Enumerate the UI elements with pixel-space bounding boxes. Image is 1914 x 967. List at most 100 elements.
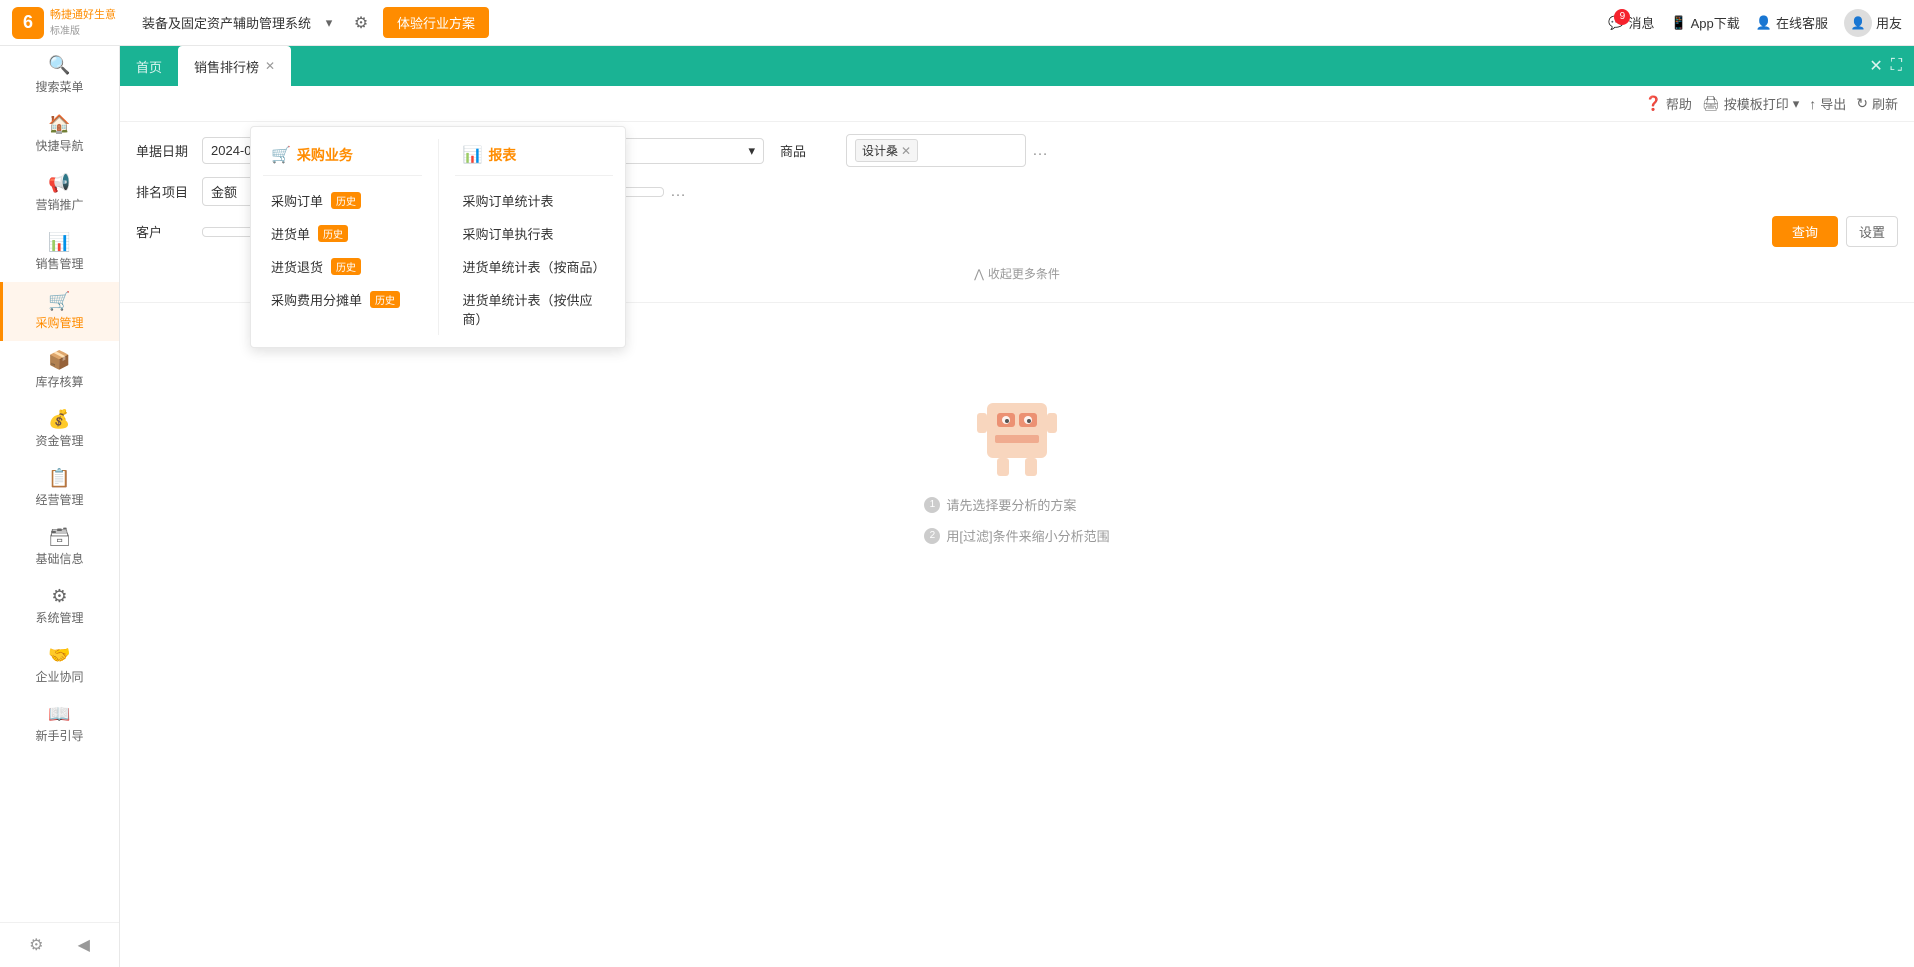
main-layout: 🔍 搜索菜单 🏠 快捷导航 📢 营销推广 📊 销售管理 🛒 采购管理 📦 库存核… (0, 46, 1914, 967)
product-ellipsis-btn[interactable]: … (1032, 142, 1048, 160)
ranking-value: 金额 (211, 182, 237, 201)
purchase-order-label: 采购订单 (271, 191, 323, 210)
dropdown-item-inbound[interactable]: 进货单 历史 (263, 217, 422, 250)
sidebar-label-inventory: 库存核算 (35, 373, 83, 390)
expense-label: 采购费用分摊单 (271, 290, 362, 309)
print-btn[interactable]: 🖨 按模板打印 ▾ (1702, 94, 1799, 113)
operations-icon: 📋 (48, 469, 70, 487)
expense-history-tag: 历史 (370, 291, 400, 308)
message-badge: 9 (1614, 9, 1630, 25)
sidebar-item-search[interactable]: 🔍 搜索菜单 (0, 46, 119, 105)
user-btn[interactable]: 👤 用友 (1844, 9, 1902, 37)
order-exec-label: 采购订单执行表 (463, 224, 554, 243)
message-icon-wrap: 💬 9 (1608, 15, 1624, 31)
sidebar-item-quicknav[interactable]: 🏠 快捷导航 (0, 105, 119, 164)
tab-close-all-btn[interactable]: ✕ (1869, 56, 1882, 76)
sidebar-footer-settings[interactable]: ⚙ (29, 935, 43, 955)
sidebar: 🔍 搜索菜单 🏠 快捷导航 📢 营销推广 📊 销售管理 🛒 采购管理 📦 库存核… (0, 46, 120, 967)
sidebar-item-newbie[interactable]: 📖 新手引导 (0, 695, 119, 754)
product-tag: 设计桑 ✕ (855, 139, 918, 162)
dropdown-item-purchase-order[interactable]: 采购订单 历史 (263, 184, 422, 217)
inbound-by-product-label: 进货单统计表（按商品） (463, 257, 606, 276)
tab-bar: 首页 销售排行榜 ✕ ✕ ⛶ (120, 46, 1914, 86)
report-col-icon: 📊 (463, 145, 483, 165)
tab-expand-btn[interactable]: ⛶ (1891, 57, 1902, 75)
app-label: App下载 (1691, 13, 1740, 32)
export-btn[interactable]: ↑ 导出 (1809, 94, 1846, 113)
purchase-col-icon: 🛒 (271, 145, 291, 165)
user-label: 用友 (1876, 13, 1902, 32)
dropdown-item-return[interactable]: 进货退货 历史 (263, 250, 422, 283)
service-label: 在线客服 (1776, 13, 1828, 32)
purchase-col-label: 采购业务 (297, 145, 353, 165)
sidebar-item-system[interactable]: ⚙ 系统管理 (0, 577, 119, 636)
dropdown-item-inbound-by-supplier[interactable]: 进货单统计表（按供应商） (455, 283, 614, 335)
report-col: 📊 报表 采购订单统计表 采购订单执行表 进货单统计表（按商品） 进货单统计表（… (443, 139, 626, 335)
sidebar-label-newbie: 新手引导 (35, 727, 83, 744)
action-btns: 查询 设置 (1772, 216, 1898, 247)
refresh-btn[interactable]: ↻ 刷新 (1856, 94, 1898, 113)
empty-tips: 1 请先选择要分析的方案 2 用[过滤]条件来缩小分析范围 (924, 495, 1109, 551)
logo-area: 6 畅捷通好生意 标准版 (12, 7, 132, 39)
product-filter-item: 商品 设计桑 ✕ … (780, 134, 1048, 167)
empty-state: 1 请先选择要分析的方案 2 用[过滤]条件来缩小分析范围 (120, 303, 1914, 631)
print-dropdown-icon[interactable]: ▾ (1793, 96, 1800, 112)
staff-ellipsis-btn[interactable]: … (670, 183, 686, 201)
sidebar-footer-collapse[interactable]: ◀ (78, 935, 90, 955)
top-header: 6 畅捷通好生意 标准版 装备及固定资产辅助管理系统 ▾ ⚙ 体验行业方案 💬 … (0, 0, 1914, 46)
product-tag-label: 设计桑 (862, 142, 898, 159)
industry-btn[interactable]: 体验行业方案 (383, 7, 489, 38)
date-filter-label: 单据日期 (136, 141, 196, 160)
order-stat-label: 采购订单统计表 (463, 191, 554, 210)
product-tag-close[interactable]: ✕ (901, 144, 911, 158)
return-label: 进货退货 (271, 257, 323, 276)
sidebar-footer: ⚙ ◀ (0, 922, 119, 967)
tab-home[interactable]: 首页 (120, 46, 178, 86)
user-avatar: 👤 (1844, 9, 1872, 37)
dropdown-item-inbound-by-product[interactable]: 进货单统计表（按商品） (455, 250, 614, 283)
logo-text-group: 畅捷通好生意 标准版 (50, 8, 116, 37)
dropdown-item-expense[interactable]: 采购费用分摊单 历史 (263, 283, 422, 316)
app-download-btn[interactable]: 📱 App下载 (1670, 13, 1739, 32)
empty-tip-2: 用[过滤]条件来缩小分析范围 (946, 526, 1109, 545)
refresh-label: 刷新 (1872, 94, 1898, 113)
sidebar-item-enterprise[interactable]: 🤝 企业协同 (0, 636, 119, 695)
message-btn[interactable]: 💬 9 消息 (1608, 13, 1654, 32)
tab-close-icon[interactable]: ✕ (265, 59, 275, 73)
sidebar-item-marketing[interactable]: 📢 营销推广 (0, 164, 119, 223)
sales-icon: 📊 (48, 233, 70, 251)
dropdown-item-order-stat[interactable]: 采购订单统计表 (455, 184, 614, 217)
sidebar-label-sales: 销售管理 (35, 255, 83, 272)
message-label: 消息 (1628, 13, 1654, 32)
sidebar-item-basic[interactable]: 🗃 基础信息 (0, 518, 119, 577)
sidebar-item-inventory[interactable]: 📦 库存核算 (0, 341, 119, 400)
online-service-btn[interactable]: 👤 在线客服 (1756, 13, 1828, 32)
newbie-icon: 📖 (48, 705, 70, 723)
purchase-col-title: 🛒 采购业务 (263, 139, 422, 176)
system-settings-btn[interactable]: ⚙ (347, 9, 375, 37)
sidebar-label-system: 系统管理 (35, 609, 83, 626)
dropdown-item-order-exec[interactable]: 采购订单执行表 (455, 217, 614, 250)
enterprise-icon: 🤝 (48, 646, 70, 664)
settings-small-btn[interactable]: 设置 (1846, 216, 1898, 247)
sidebar-item-purchase[interactable]: 🛒 采购管理 (0, 282, 119, 341)
product-input[interactable]: 设计桑 ✕ (846, 134, 1026, 167)
sidebar-item-sales[interactable]: 📊 销售管理 (0, 223, 119, 282)
customer-label: 客户 (136, 222, 196, 241)
header-right: 💬 9 消息 📱 App下载 👤 在线客服 👤 用友 (1608, 9, 1902, 37)
marketing-icon: 📢 (48, 174, 70, 192)
help-btn[interactable]: ❓ 帮助 (1644, 94, 1691, 113)
sidebar-item-operations[interactable]: 📋 经营管理 (0, 459, 119, 518)
empty-tip-1: 请先选择要分析的方案 (946, 495, 1076, 514)
content-area: 首页 销售排行榜 ✕ ✕ ⛶ ❓ 帮助 🖨 按模板打印 (120, 46, 1914, 967)
query-btn[interactable]: 查询 (1772, 216, 1838, 247)
sidebar-item-capital[interactable]: 💰 资金管理 (0, 400, 119, 459)
inbound-by-supplier-label: 进货单统计表（按供应商） (463, 290, 606, 328)
tab-sales-rank[interactable]: 销售排行榜 ✕ (178, 46, 291, 86)
collapse-icon: ⋀ (974, 267, 984, 281)
bill-status-dropdown-icon: ▾ (748, 143, 755, 159)
inbound-label: 进货单 (271, 224, 310, 243)
purchase-order-history-tag: 历史 (331, 192, 361, 209)
system-dropdown-btn[interactable]: ▾ (319, 13, 339, 33)
report-col-title: 📊 报表 (455, 139, 614, 176)
